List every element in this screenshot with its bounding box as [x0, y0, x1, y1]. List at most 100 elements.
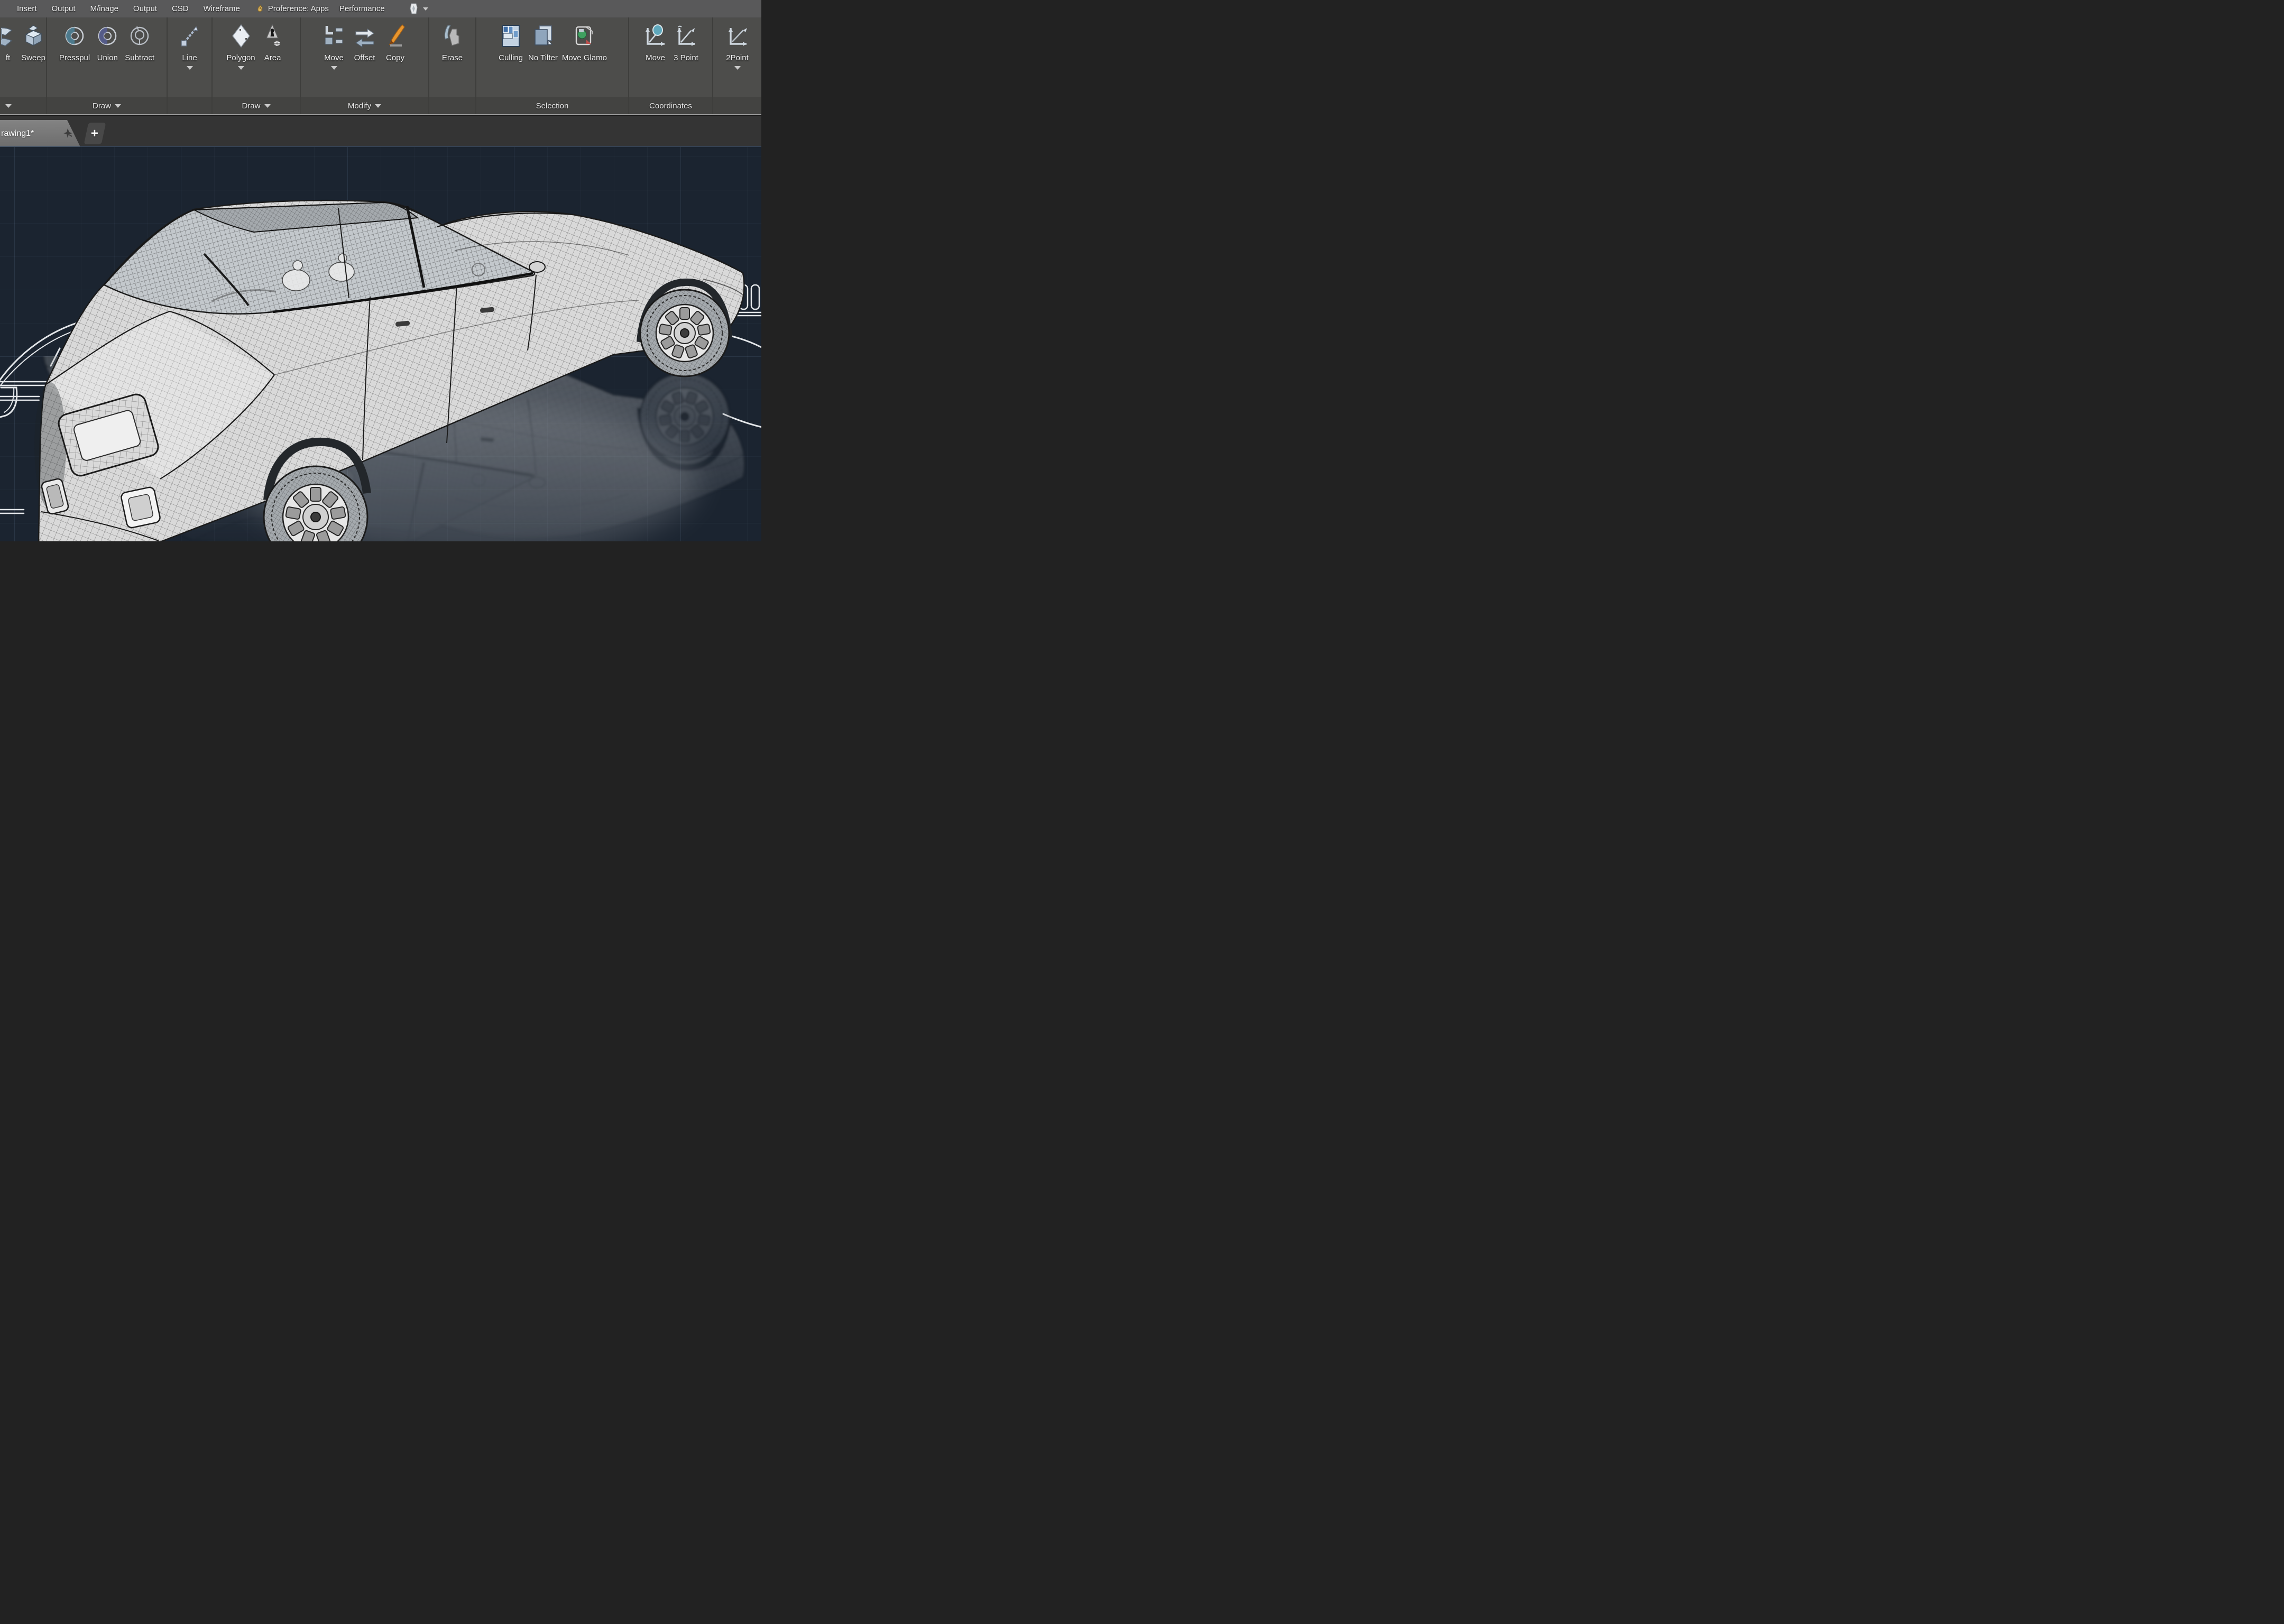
- loft-button[interactable]: ft: [0, 24, 16, 62]
- ribbon-panel-selection: Culling No Tilter: [476, 17, 629, 114]
- ucs-3point-button-label: 3 Point: [674, 54, 698, 62]
- ribbon-panel-2point: 2Point: [713, 17, 761, 114]
- area-icon: [261, 24, 285, 48]
- presspull-button-label: Presspul: [59, 54, 90, 62]
- culling-button[interactable]: Culling: [498, 24, 524, 62]
- panel-label-draw-1[interactable]: Draw: [47, 97, 167, 114]
- ribbon-panel-erase: Erase: [429, 17, 476, 114]
- move-gizmo-button-label: Move Glamo: [562, 54, 607, 62]
- ribbon-panel-draw-booleans: Presspul Union Subtrac: [47, 17, 168, 114]
- area-button-label: Area: [264, 54, 281, 62]
- subtract-icon: [127, 24, 152, 48]
- culling-icon: [499, 24, 523, 48]
- panel-label-modify[interactable]: Modify: [301, 97, 428, 114]
- chevron-down-icon[interactable]: [238, 66, 244, 70]
- no-filter-button-label: No Tilter: [528, 54, 558, 62]
- chevron-down-icon[interactable]: [734, 66, 741, 70]
- menu-item-proference-apps[interactable]: Proference: Apps: [247, 4, 332, 13]
- ucs-2point-button-label: 2Point: [726, 54, 749, 62]
- tab-drawing1[interactable]: rawing1*: [0, 120, 80, 147]
- compass-pin-icon: [62, 127, 73, 139]
- menu-item-output-2[interactable]: Output: [126, 4, 164, 13]
- ucs-3point-button[interactable]: 3 Point: [673, 24, 699, 62]
- no-filter-button[interactable]: No Tilter: [528, 24, 558, 62]
- offset-icon: [353, 24, 377, 48]
- tool-flame-icon: [256, 4, 265, 13]
- menu-item-csd[interactable]: CSD: [164, 4, 196, 13]
- ucs-move-icon: [643, 24, 668, 48]
- panel-label-text: Selection: [536, 102, 569, 110]
- area-button[interactable]: Area: [260, 24, 286, 62]
- panel-label-text: Coordinates: [649, 102, 692, 110]
- chevron-down-icon[interactable]: [331, 66, 337, 70]
- share-cloud-icon: [407, 2, 421, 16]
- menu-item-insert[interactable]: Insert: [10, 4, 44, 13]
- loft-button-label: ft: [6, 54, 10, 62]
- panel-label-selection[interactable]: Selection: [476, 97, 628, 114]
- loft-icon: [1, 24, 14, 48]
- file-tab-bar: rawing1* +: [0, 115, 761, 147]
- panel-label-2point: [713, 97, 761, 114]
- panel-label-draw-2[interactable]: Draw: [213, 97, 300, 114]
- subtract-button-label: Subtract: [125, 54, 154, 62]
- ucs-2point-button[interactable]: 2Point: [724, 24, 751, 70]
- ribbon-panel-draw-shapes: Polygon Area Draw: [213, 17, 301, 114]
- taillight-right: [121, 486, 161, 529]
- offset-button-label: Offset: [354, 54, 375, 62]
- move-button-label: Move: [324, 54, 344, 62]
- move-gizmo-icon: [572, 24, 596, 48]
- offset-button[interactable]: Offset: [352, 24, 378, 62]
- ucs-3point-icon: [674, 24, 698, 48]
- copy-button[interactable]: Copy: [382, 24, 409, 62]
- ucs-move-button-label: Move: [646, 54, 665, 62]
- cad-application-window: Insert Output M/inage Output CSD Wirefra…: [0, 0, 761, 541]
- line-button[interactable]: Line: [177, 24, 203, 70]
- new-tab-button[interactable]: +: [84, 123, 106, 144]
- chevron-down-icon: [5, 104, 12, 108]
- polygon-button-label: Polygon: [226, 54, 255, 62]
- copy-button-label: Copy: [386, 54, 404, 62]
- move-gizmo-button[interactable]: Move Glamo: [562, 24, 607, 62]
- menu-item-output[interactable]: Output: [44, 4, 83, 13]
- polygon-button[interactable]: Polygon: [226, 24, 255, 70]
- erase-button[interactable]: Erase: [439, 24, 466, 62]
- ucs-move-button[interactable]: Move: [642, 24, 669, 62]
- panel-label-text: Draw: [242, 102, 260, 110]
- move-icon: [322, 24, 346, 48]
- culling-button-label: Culling: [499, 54, 523, 62]
- ribbon-panel-modeling: ft Sweep: [0, 17, 47, 114]
- menu-item-performance[interactable]: Performance: [332, 4, 392, 13]
- ribbon-panel-modify: Move Offset Copy: [301, 17, 429, 114]
- menu-bar: Insert Output M/inage Output CSD Wirefra…: [0, 0, 761, 18]
- subtract-button[interactable]: Subtract: [125, 24, 154, 62]
- chevron-down-icon: [423, 7, 428, 11]
- union-icon: [95, 24, 119, 48]
- sweep-button[interactable]: Sweep: [20, 24, 47, 62]
- copy-icon: [383, 24, 408, 48]
- presspull-icon: [62, 24, 87, 48]
- menu-item-wireframe[interactable]: Wireframe: [196, 4, 247, 13]
- line-button-label: Line: [182, 54, 197, 62]
- plus-icon: +: [91, 126, 98, 141]
- chevron-down-icon: [264, 104, 271, 108]
- presspull-button[interactable]: Presspul: [59, 24, 90, 62]
- ribbon-panel-line: Line: [168, 17, 213, 114]
- menu-item-proference-apps-label: Proference: Apps: [268, 4, 329, 13]
- menu-item-minage[interactable]: M/inage: [83, 4, 126, 13]
- union-button[interactable]: Union: [94, 24, 121, 62]
- chevron-down-icon: [115, 104, 121, 108]
- panel-label-modeling[interactable]: [0, 97, 46, 114]
- sweep-icon: [21, 24, 45, 48]
- polygon-icon: [229, 24, 253, 48]
- share-cloud-button[interactable]: [407, 2, 428, 16]
- union-button-label: Union: [97, 54, 118, 62]
- move-button[interactable]: Move: [321, 24, 347, 70]
- chevron-down-icon[interactable]: [187, 66, 193, 70]
- panel-label-coordinates[interactable]: Coordinates: [629, 97, 712, 114]
- erase-icon: [440, 24, 465, 48]
- model-viewport[interactable]: [0, 146, 761, 541]
- panel-label-erase: [429, 97, 475, 114]
- ribbon-panel-coordinates: Move 3 Point Coordinates: [629, 17, 713, 114]
- front-wheel: [640, 290, 729, 376]
- no-filter-icon: [531, 24, 555, 48]
